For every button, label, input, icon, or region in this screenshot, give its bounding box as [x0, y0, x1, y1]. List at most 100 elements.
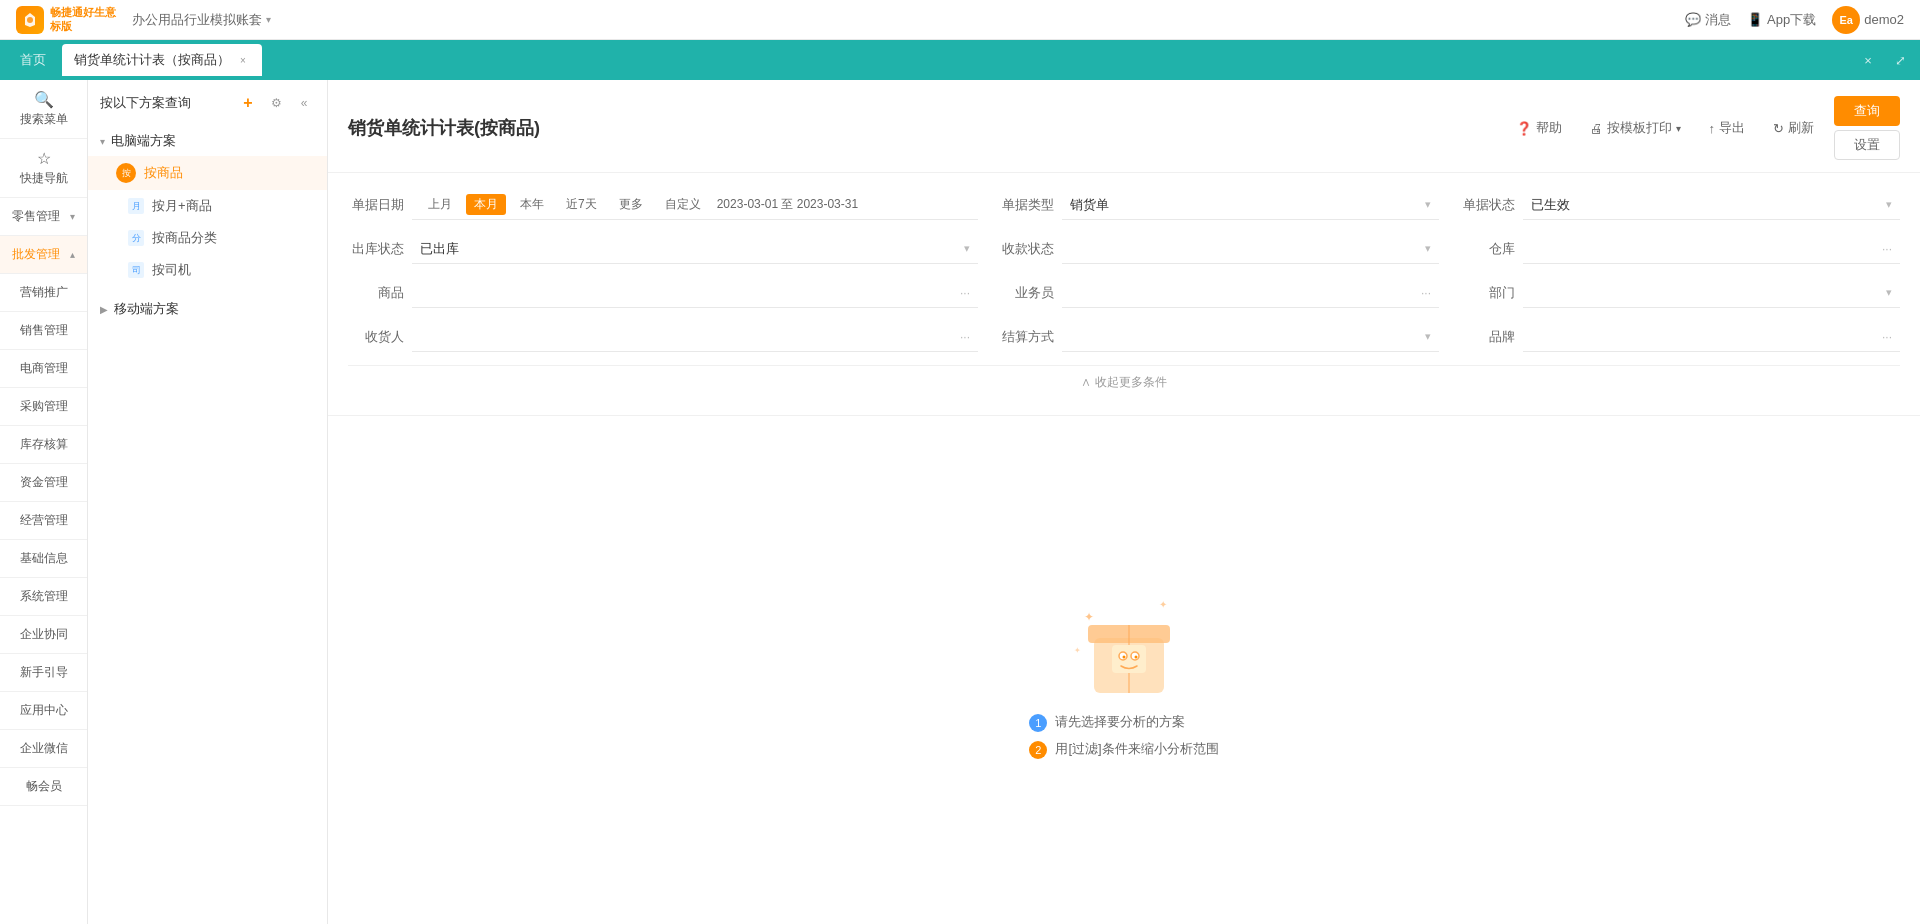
sidebar-item-ecommerce-label: 电商管理	[20, 361, 68, 375]
date-btn-7days[interactable]: 近7天	[558, 194, 605, 215]
date-btn-custom[interactable]: 自定义	[657, 194, 709, 215]
sidebar-item-system[interactable]: 系统管理	[0, 578, 87, 616]
scheme-settings-button[interactable]: ⚙	[265, 92, 287, 114]
tab-home[interactable]: 首页	[8, 44, 58, 76]
receiver-label: 收货人	[348, 328, 412, 346]
brand-more-icon[interactable]: ···	[1882, 330, 1892, 344]
refresh-button[interactable]: ↻ 刷新	[1765, 115, 1822, 141]
export-button[interactable]: ↑ 导出	[1701, 115, 1754, 141]
add-scheme-button[interactable]: +	[237, 92, 259, 114]
department-label: 部门	[1459, 284, 1523, 302]
tab-active-label: 销货单统计计表（按商品）	[74, 51, 230, 69]
date-control[interactable]: 上月 本月 本年 近7天 更多 自定义 2023-03-01 至 2023-03…	[412, 190, 978, 220]
window-close-button[interactable]: ×	[1856, 48, 1880, 72]
filter-field-date: 单据日期 上月 本月 本年 近7天 更多 自定义 2023-03-01 至 20…	[348, 189, 978, 221]
sub-scheme-icon-category: 分	[128, 230, 144, 246]
warehouse-control[interactable]: ···	[1523, 234, 1900, 264]
brand-label: 品牌	[1459, 328, 1523, 346]
filter-field-department: 部门 ▾	[1459, 277, 1900, 309]
payment-control[interactable]: ▾	[1062, 234, 1439, 264]
sub-scheme-driver[interactable]: 司 按司机	[88, 254, 327, 286]
print-button[interactable]: 🖨 按模板打印	[1582, 115, 1689, 141]
docstatus-control[interactable]: 已生效 ▾	[1523, 190, 1900, 220]
tab-close-button[interactable]: ×	[236, 53, 250, 67]
department-control[interactable]: ▾	[1523, 278, 1900, 308]
payment-dropdown-icon: ▾	[1425, 242, 1431, 255]
collapse-panel-button[interactable]: «	[293, 92, 315, 114]
scheme-group-mobile-header[interactable]: ▶ 移动端方案	[88, 294, 327, 324]
download-icon: 📱	[1747, 12, 1763, 27]
sidebar-item-wholesale[interactable]: 批发管理 ▴	[0, 236, 87, 274]
sidebar-item-wxwork-label: 企业微信	[20, 741, 68, 755]
sidebar-item-sales[interactable]: 销售管理	[0, 312, 87, 350]
export-icon: ↑	[1709, 121, 1716, 136]
scheme-group-desktop: ▾ 电脑端方案 按 按商品 月 按月+商品 分 按商品分类 司 按司机	[88, 122, 327, 290]
sidebar-item-operation-label: 经营管理	[20, 513, 68, 527]
settings-button[interactable]: 设置	[1834, 130, 1900, 160]
sidebar-item-operation[interactable]: 经营管理	[0, 502, 87, 540]
sidebar-item-purchase[interactable]: 采购管理	[0, 388, 87, 426]
collapse-filter-button[interactable]: ∧ 收起更多条件	[348, 365, 1900, 399]
sidebar-item-quicknav[interactable]: ☆ 快捷导航	[0, 139, 87, 198]
sidebar-item-ecommerce[interactable]: 电商管理	[0, 350, 87, 388]
app-selector-label: 办公用品行业模拟账套	[132, 11, 262, 29]
sidebar-item-retail[interactable]: 零售管理 ▾	[0, 198, 87, 236]
help-icon: ❓	[1516, 121, 1532, 136]
query-button[interactable]: 查询	[1834, 96, 1900, 126]
sidebar-item-search[interactable]: 🔍 搜索菜单	[0, 80, 87, 139]
message-action[interactable]: 💬 消息	[1685, 11, 1731, 29]
warehouse-label: 仓库	[1459, 240, 1523, 258]
left-panel-header: 按以下方案查询 + ⚙ «	[88, 92, 327, 122]
date-btn-thismonth[interactable]: 本月	[466, 194, 506, 215]
sidebar-item-wholesale-label: 批发管理	[12, 246, 60, 263]
scheme-group-desktop-header[interactable]: ▾ 电脑端方案	[88, 126, 327, 156]
date-btn-more[interactable]: 更多	[611, 194, 651, 215]
filter-row-2: 出库状态 已出库 ▾ 收款状态 ▾ 仓库	[348, 233, 1900, 265]
scheme-item-by-goods[interactable]: 按 按商品	[88, 156, 327, 190]
header-left: 畅捷通好生意 标版 办公用品行业模拟账套 ▾	[16, 6, 279, 34]
sidebar-item-member[interactable]: 畅会员	[0, 768, 87, 806]
tab-bar: 首页 销货单统计计表（按商品） × × ⤢	[0, 40, 1920, 80]
logo-icon	[16, 6, 44, 34]
settlement-control[interactable]: ▾	[1062, 322, 1439, 352]
page-header: 销货单统计计表(按商品) ❓ 帮助 🖨 按模板打印 ↑ 导出	[328, 80, 1920, 173]
tab-active[interactable]: 销货单统计计表（按商品） ×	[62, 44, 262, 76]
receiver-control[interactable]: ···	[412, 322, 978, 352]
salesperson-control[interactable]: ···	[1062, 278, 1439, 308]
doctype-control[interactable]: 销货单 ▾	[1062, 190, 1439, 220]
sub-scheme-month-goods[interactable]: 月 按月+商品	[88, 190, 327, 222]
sidebar-item-collab[interactable]: 企业协同	[0, 616, 87, 654]
app-download-action[interactable]: 📱 App下载	[1747, 11, 1816, 29]
help-button[interactable]: ❓ 帮助	[1508, 115, 1570, 141]
top-header: 畅捷通好生意 标版 办公用品行业模拟账套 ▾ 💬 消息 📱 App下载 Ea d…	[0, 0, 1920, 40]
sub-scheme-goods-category[interactable]: 分 按商品分类	[88, 222, 327, 254]
warehouse-more-icon[interactable]: ···	[1882, 242, 1892, 256]
department-dropdown-icon: ▾	[1886, 286, 1892, 299]
sidebar-item-wxwork[interactable]: 企业微信	[0, 730, 87, 768]
logo-area[interactable]: 畅捷通好生意 标版	[16, 6, 116, 34]
sidebar-item-finance[interactable]: 资金管理	[0, 464, 87, 502]
receiver-more-icon[interactable]: ···	[960, 330, 970, 344]
sidebar-item-basic[interactable]: 基础信息	[0, 540, 87, 578]
brand-control[interactable]: ···	[1523, 322, 1900, 352]
outstatus-label: 出库状态	[348, 240, 412, 258]
app-selector[interactable]: 办公用品行业模拟账套 ▾	[124, 7, 279, 33]
goods-more-icon[interactable]: ···	[960, 286, 970, 300]
date-btn-lastmonth[interactable]: 上月	[420, 194, 460, 215]
avatar: Ea	[1832, 6, 1860, 34]
settlement-label: 结算方式	[998, 328, 1062, 346]
sidebar-item-guide[interactable]: 新手引导	[0, 654, 87, 692]
chevron-right-icon: ▶	[100, 304, 108, 315]
date-btn-thisyear[interactable]: 本年	[512, 194, 552, 215]
sidebar-item-marketing[interactable]: 营销推广	[0, 274, 87, 312]
salesperson-more-icon[interactable]: ···	[1421, 286, 1431, 300]
outstatus-control[interactable]: 已出库 ▾	[412, 234, 978, 264]
doctype-dropdown-icon: ▾	[1425, 198, 1431, 211]
user-area[interactable]: Ea demo2	[1832, 6, 1904, 34]
window-maximize-button[interactable]: ⤢	[1888, 48, 1912, 72]
goods-control[interactable]: ···	[412, 278, 978, 308]
sidebar-item-appcenter[interactable]: 应用中心	[0, 692, 87, 730]
sidebar-item-inventory[interactable]: 库存核算	[0, 426, 87, 464]
filter-field-goods: 商品 ···	[348, 277, 978, 309]
salesperson-label: 业务员	[998, 284, 1062, 302]
